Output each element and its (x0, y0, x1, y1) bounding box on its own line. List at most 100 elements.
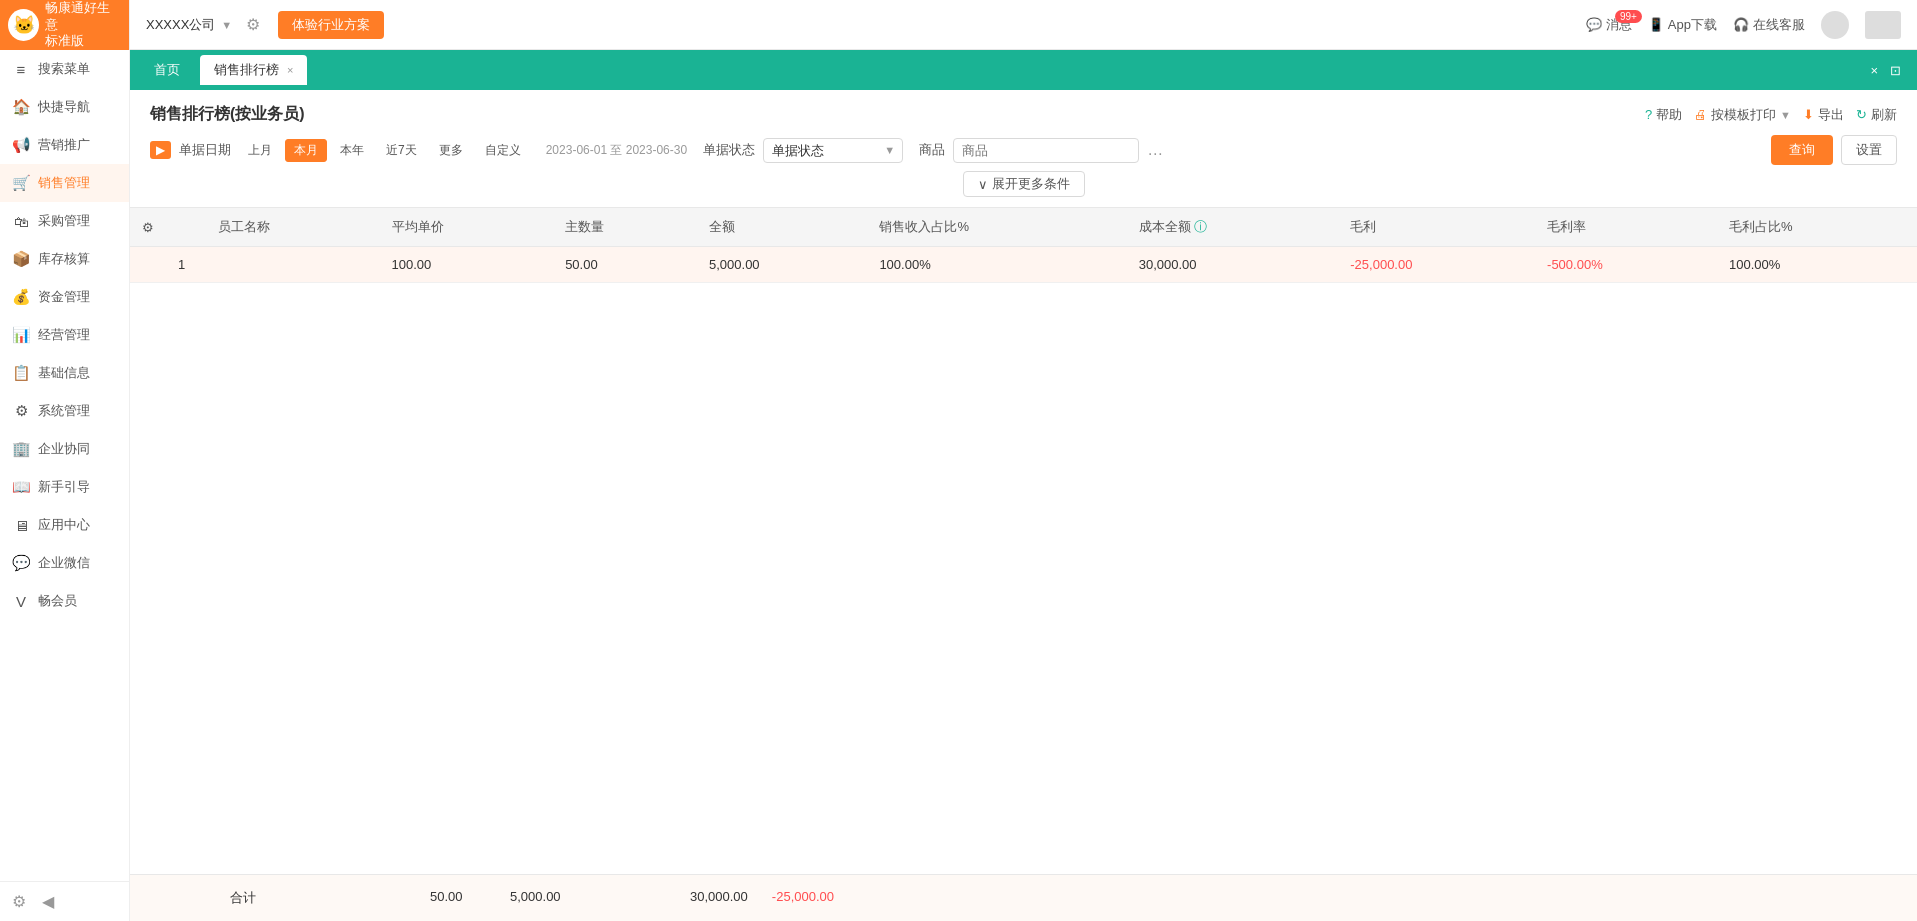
app-download-button[interactable]: 📱 App下载 (1648, 16, 1717, 34)
tab-sales-ranking[interactable]: 销售排行榜 × (200, 55, 307, 85)
sidebar-icon-purchase: 🛍 (12, 213, 30, 230)
status-select[interactable]: 单据状态 (763, 138, 903, 163)
export-button[interactable]: ⬇ 导出 (1803, 106, 1844, 124)
page-header: 销售排行榜(按业务员) ? 帮助 🖨 按模板打印 ▼ ⬇ 导出 (130, 90, 1917, 208)
user-avatar[interactable] (1821, 11, 1849, 39)
sidebar-icon-system: ⚙ (12, 402, 30, 420)
th-main-qty: 主数量 (553, 208, 697, 247)
th-employee: 员工名称 (206, 208, 380, 247)
sidebar-icon-search-order: ≡ (12, 61, 30, 78)
th-sales-pct: 销售收入占比% (867, 208, 1126, 247)
online-service-button[interactable]: 🎧 在线客服 (1733, 16, 1805, 34)
user-menu[interactable] (1865, 11, 1901, 39)
date-tab-more[interactable]: 更多 (430, 139, 472, 162)
sidebar-item-member[interactable]: V 畅会员 (0, 582, 129, 620)
th-gross: 毛利 (1338, 208, 1535, 247)
message-button[interactable]: 💬 消息 99+ (1586, 16, 1632, 34)
goods-filter-group: 商品 … (919, 138, 1163, 163)
th-gross-pct: 毛利占比% (1717, 208, 1917, 247)
th-num (166, 208, 206, 247)
sidebar-label-finance: 资金管理 (38, 288, 90, 306)
sidebar-item-wechat[interactable]: 💬 企业微信 (0, 544, 129, 582)
help-icon: ? (1645, 107, 1652, 122)
goods-input[interactable] (953, 138, 1139, 163)
print-icon: 🖨 (1694, 107, 1707, 122)
expand-more-button[interactable]: ∨ 展开更多条件 (963, 171, 1085, 197)
footer-amount: 5,000.00 (498, 885, 578, 911)
sidebar-icon-member: V (12, 593, 30, 610)
sidebar-icon-inventory: 📦 (12, 250, 30, 268)
trial-button[interactable]: 体验行业方案 (278, 11, 384, 39)
th-settings[interactable]: ⚙ (130, 208, 166, 247)
sidebar-item-marketing[interactable]: 📢 营销推广 (0, 126, 129, 164)
company-selector[interactable]: XXXXX公司 ▼ (146, 16, 232, 34)
row-settings-0 (130, 247, 166, 283)
sidebar-label-apps: 应用中心 (38, 516, 90, 534)
sidebar-item-guide[interactable]: 📖 新手引导 (0, 468, 129, 506)
window-close-icon[interactable]: × (1870, 63, 1878, 78)
template-print-button[interactable]: 🖨 按模板打印 ▼ (1694, 106, 1791, 124)
sidebar-label-guide: 新手引导 (38, 478, 90, 496)
footer-spacer (142, 885, 178, 911)
sidebar-item-quick-nav[interactable]: 🏠 快捷导航 (0, 88, 129, 126)
tabbar: 首页 销售排行榜 × × ⊡ (130, 50, 1917, 90)
logo-icon: 🐱 (8, 9, 39, 41)
topbar: XXXXX公司 ▼ ⚙ 体验行业方案 💬 消息 99+ 📱 App下载 🎧 在线… (130, 0, 1917, 50)
goods-more-icon[interactable]: … (1147, 141, 1163, 159)
collapse-icon[interactable]: ◀ (42, 892, 54, 911)
date-filter-expand-icon[interactable]: ▶ (150, 141, 171, 159)
expand-icon: ∨ (978, 177, 988, 192)
date-range-text: 2023-06-01 至 2023-06-30 (546, 142, 687, 159)
company-dropdown-icon: ▼ (221, 19, 232, 31)
message-badge: 99+ (1615, 10, 1642, 23)
sidebar-label-enterprise: 企业协同 (38, 440, 90, 458)
date-tabs: 上月 本月 本年 近7天 更多 自定义 (239, 139, 530, 162)
sidebar-item-system[interactable]: ⚙ 系统管理 (0, 392, 129, 430)
row-employee-0 (206, 247, 380, 283)
window-restore-icon[interactable]: ⊡ (1890, 63, 1901, 78)
cost-info-icon[interactable]: ⓘ (1194, 219, 1207, 234)
refresh-button[interactable]: ↻ 刷新 (1856, 106, 1897, 124)
tab-home[interactable]: 首页 (138, 50, 196, 90)
status-label: 单据状态 (703, 141, 755, 159)
sidebar-icon-enterprise: 🏢 (12, 440, 30, 458)
settings-footer-icon[interactable]: ⚙ (12, 892, 26, 911)
query-button[interactable]: 查询 (1771, 135, 1833, 165)
sidebar-item-enterprise[interactable]: 🏢 企业协同 (0, 430, 129, 468)
table-wrapper: ⚙ 员工名称 平均单价 主数量 全额 销售收入占比% 成本全额 ⓘ 毛利 毛利率… (130, 208, 1917, 921)
sidebar-label-sales: 销售管理 (38, 174, 90, 192)
sidebar-label-operations: 经营管理 (38, 326, 90, 344)
date-tab-last-month[interactable]: 上月 (239, 139, 281, 162)
th-cost: 成本全额 ⓘ (1127, 208, 1339, 247)
goods-label: 商品 (919, 141, 945, 159)
topbar-settings-icon[interactable]: ⚙ (246, 15, 260, 34)
help-button[interactable]: ? 帮助 (1645, 106, 1682, 124)
row-cost-0: 30,000.00 (1127, 247, 1339, 283)
footer-gross-pct (926, 885, 1006, 911)
sidebar-item-purchase[interactable]: 🛍 采购管理 (0, 202, 129, 240)
filter-settings-button[interactable]: 设置 (1841, 135, 1897, 165)
sidebar-item-inventory[interactable]: 📦 库存核算 (0, 240, 129, 278)
export-icon: ⬇ (1803, 107, 1814, 122)
footer-gross: -25,000.00 (760, 885, 846, 911)
tab-close-icon[interactable]: × (287, 64, 293, 76)
footer-avg-price (338, 885, 418, 911)
date-tab-custom[interactable]: 自定义 (476, 139, 530, 162)
sidebar-item-operations[interactable]: 📊 经营管理 (0, 316, 129, 354)
date-tab-this-month[interactable]: 本月 (285, 139, 327, 162)
row-amount-0: 5,000.00 (697, 247, 867, 283)
filter-buttons: 查询 设置 (1771, 135, 1897, 165)
row-num-0: 1 (166, 247, 206, 283)
sidebar-item-basics[interactable]: 📋 基础信息 (0, 354, 129, 392)
logo-text: 畅康通好生意 标准版 (45, 0, 121, 50)
sidebar-icon-apps: 🖥 (12, 517, 30, 534)
date-tab-this-year[interactable]: 本年 (331, 139, 373, 162)
date-tab-7days[interactable]: 近7天 (377, 139, 426, 162)
status-select-wrapper: 单据状态 ▼ (763, 138, 903, 163)
sidebar-item-search-order[interactable]: ≡ 搜索菜单 (0, 50, 129, 88)
sidebar-item-sales[interactable]: 🛒 销售管理 (0, 164, 129, 202)
sidebar-item-apps[interactable]: 🖥 应用中心 (0, 506, 129, 544)
sidebar-item-finance[interactable]: 💰 资金管理 (0, 278, 129, 316)
footer-sales-pct (578, 885, 678, 911)
footer-row: 合计 50.00 5,000.00 30,000.00 -25,000.00 (142, 885, 1905, 911)
